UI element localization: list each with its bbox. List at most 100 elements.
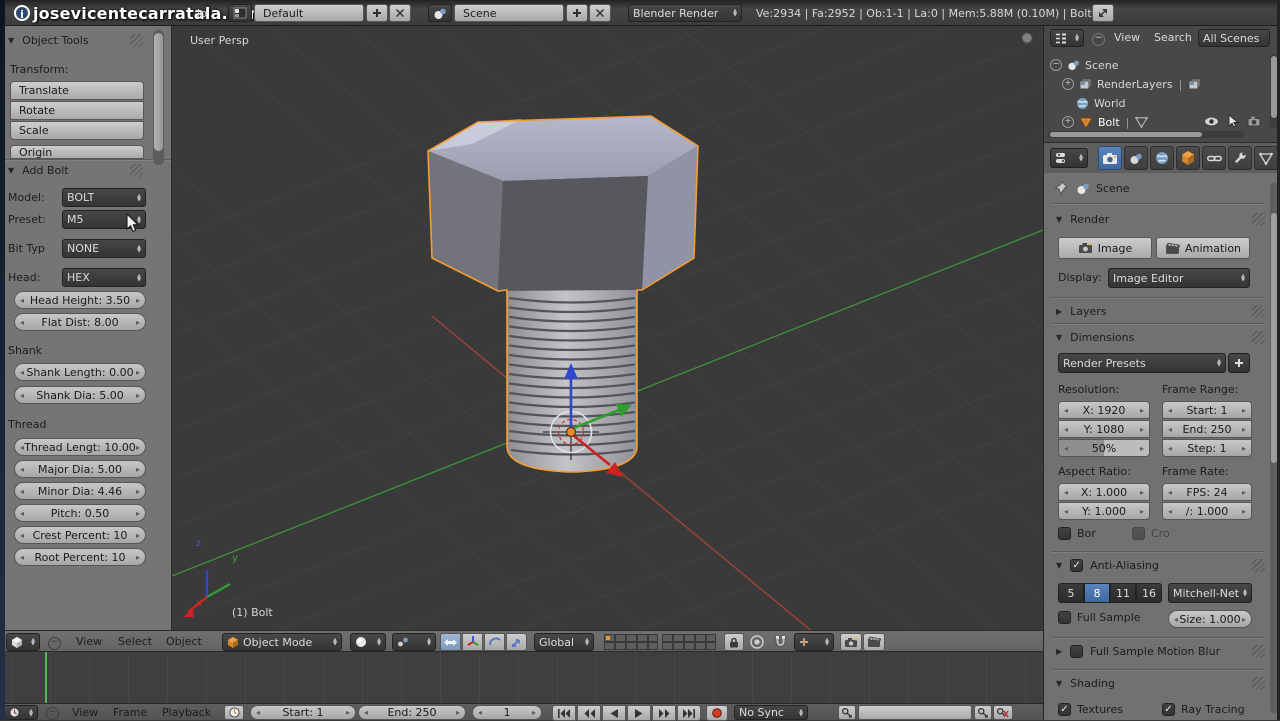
expand-toggle-icon[interactable]: + [1062, 116, 1074, 128]
bolt-object[interactable] [427, 115, 699, 473]
frame-end-slider[interactable]: End: 250 [1162, 420, 1252, 438]
shank-dia-slider[interactable]: Shank Dia: 5.00 [14, 386, 146, 404]
layout-delete-button[interactable] [389, 4, 411, 22]
panel-grip[interactable] [130, 164, 143, 177]
pin-icon[interactable] [1054, 181, 1068, 195]
manipulator-axes-toggle[interactable] [462, 633, 483, 651]
ray-tracing-option[interactable]: Ray Tracing [1162, 703, 1245, 716]
shading-select[interactable] [350, 633, 386, 651]
object-menu[interactable]: Object [166, 635, 202, 648]
select-menu[interactable]: Select [118, 635, 152, 648]
use-preview-range-toggle[interactable] [224, 705, 244, 720]
layers-grid-1[interactable] [604, 634, 658, 650]
current-frame-field[interactable]: 1 [472, 705, 542, 720]
view-widget-dot[interactable] [1021, 32, 1033, 44]
sync-select[interactable]: No Sync [734, 705, 808, 720]
record-button[interactable] [706, 705, 728, 721]
frame-start-slider[interactable]: Start: 1 [1162, 401, 1252, 419]
crop-option[interactable]: Cro [1132, 527, 1170, 540]
tab-scene[interactable] [1124, 146, 1148, 170]
view-menu[interactable]: View [1114, 31, 1140, 44]
fps-slider[interactable]: FPS: 24 [1162, 483, 1252, 501]
collapse-menus-icon[interactable] [46, 707, 59, 720]
add-bolt-panel-header[interactable]: ▼ Add Bolt [8, 164, 69, 177]
full-sample-checkbox[interactable] [1058, 611, 1071, 624]
viewport-3d[interactable]: User Persp z y x (1) Bolt [172, 26, 1043, 630]
play-button[interactable] [627, 705, 651, 721]
outliner-row-scene[interactable]: − Scene [1050, 56, 1119, 74]
jump-to-end-button[interactable] [677, 705, 701, 721]
resolution-x-slider[interactable]: X: 1920 [1058, 401, 1150, 419]
motion-blur-panel-header[interactable]: ▶ Full Sample Motion Blur [1056, 645, 1220, 658]
layers-grid-2[interactable] [662, 634, 716, 650]
proportional-edit-toggle[interactable] [750, 635, 764, 649]
fps-base-slider[interactable]: /: 1.000 [1162, 502, 1252, 520]
crest-percent-slider[interactable]: Crest Percent: 10 [14, 526, 146, 544]
orientation-select[interactable]: Global [534, 633, 594, 651]
tab-object[interactable] [1176, 146, 1200, 170]
aspect-y-slider[interactable]: Y: 1.000 [1058, 502, 1150, 520]
flat-dist-slider[interactable]: Flat Dist: 8.00 [14, 313, 146, 331]
translate-button[interactable]: Translate [10, 81, 144, 100]
rotate-button[interactable]: Rotate [10, 101, 144, 120]
head-height-slider[interactable]: Head Height: 3.50 [14, 291, 146, 309]
shank-length-slider[interactable]: Shank Length: 0.00 [14, 363, 146, 381]
outliner-hscrollbar-thumb[interactable] [1050, 132, 1202, 137]
editor-type-select[interactable] [1050, 29, 1084, 47]
keying-set-icon-button[interactable] [838, 705, 856, 720]
view-menu[interactable]: View [72, 706, 98, 719]
frame-end-slider[interactable]: End: 250 [358, 705, 466, 720]
help-menu-partial[interactable]: lp [197, 7, 207, 20]
view-menu[interactable]: View [76, 635, 102, 648]
tab-world[interactable] [1150, 146, 1174, 170]
border-option[interactable]: Bor [1058, 527, 1096, 540]
editor-type-select[interactable] [6, 633, 40, 651]
render-presets-select[interactable]: Render Presets [1058, 353, 1226, 373]
scene-icon-button[interactable] [428, 4, 452, 22]
prev-keyframe-button[interactable] [577, 705, 601, 721]
full-sample-option[interactable]: Full Sample [1058, 611, 1141, 624]
frame-menu[interactable]: Frame [113, 706, 147, 719]
outliner-row-world[interactable]: World [1076, 94, 1126, 112]
render-image-button[interactable]: Image [1058, 237, 1152, 259]
expand-toggle-icon[interactable]: + [1062, 78, 1074, 90]
layout-icon-button[interactable] [228, 4, 252, 22]
aspect-x-slider[interactable]: X: 1.000 [1058, 483, 1150, 501]
scale-button[interactable]: Scale [10, 121, 144, 140]
timeline[interactable]: 1020304050607080901001101201301401501601… [0, 652, 1043, 703]
outliner-hscrollbar-track[interactable] [1048, 131, 1244, 138]
render-animation-button[interactable]: Animation [1156, 237, 1250, 259]
manipulator-rotate-toggle[interactable] [484, 633, 505, 651]
lock-to-scene-button[interactable] [724, 633, 744, 651]
aa-samples-11-button[interactable]: 11 [1110, 583, 1136, 603]
model-select[interactable]: BOLT [62, 188, 146, 207]
add-preset-button[interactable] [1228, 353, 1250, 373]
textures-option[interactable]: Textures [1058, 703, 1123, 716]
panel-grip[interactable] [1252, 331, 1265, 344]
head-select[interactable]: HEX [62, 268, 146, 287]
timeline-tracks[interactable] [0, 652, 1043, 703]
shading-panel-header[interactable]: ▼ Shading [1056, 677, 1115, 690]
keying-set-field[interactable] [858, 705, 972, 720]
aa-size-slider[interactable]: Size: 1.000 [1168, 610, 1252, 628]
layers-panel-header[interactable]: ▶ Layers [1056, 305, 1107, 318]
render-engine-select[interactable]: Blender Render [628, 4, 742, 22]
manipulator-translate-toggle[interactable] [440, 633, 461, 651]
pivot-select[interactable] [392, 633, 436, 651]
panel-grip[interactable] [130, 34, 143, 47]
tab-render[interactable] [1098, 146, 1122, 170]
pitch-slider[interactable]: Pitch: 0.50 [14, 504, 146, 522]
scene-name-field[interactable]: Scene [454, 4, 564, 22]
outliner-filter-select[interactable]: All Scenes [1198, 29, 1270, 47]
tab-modifiers[interactable] [1228, 146, 1252, 170]
scene-add-button[interactable] [566, 4, 588, 22]
visibility-toggle[interactable] [1204, 116, 1219, 127]
insert-keyframe-button[interactable] [974, 705, 992, 720]
render-panel-header[interactable]: ▼ Render [1056, 213, 1109, 226]
antialiasing-checkbox[interactable] [1070, 559, 1084, 572]
panel-grip[interactable] [1252, 677, 1265, 690]
selectability-toggle[interactable] [1228, 114, 1239, 128]
panel-grip[interactable] [1252, 645, 1265, 658]
manipulator-scale-toggle[interactable] [506, 633, 527, 651]
snap-toggle[interactable] [774, 635, 787, 649]
